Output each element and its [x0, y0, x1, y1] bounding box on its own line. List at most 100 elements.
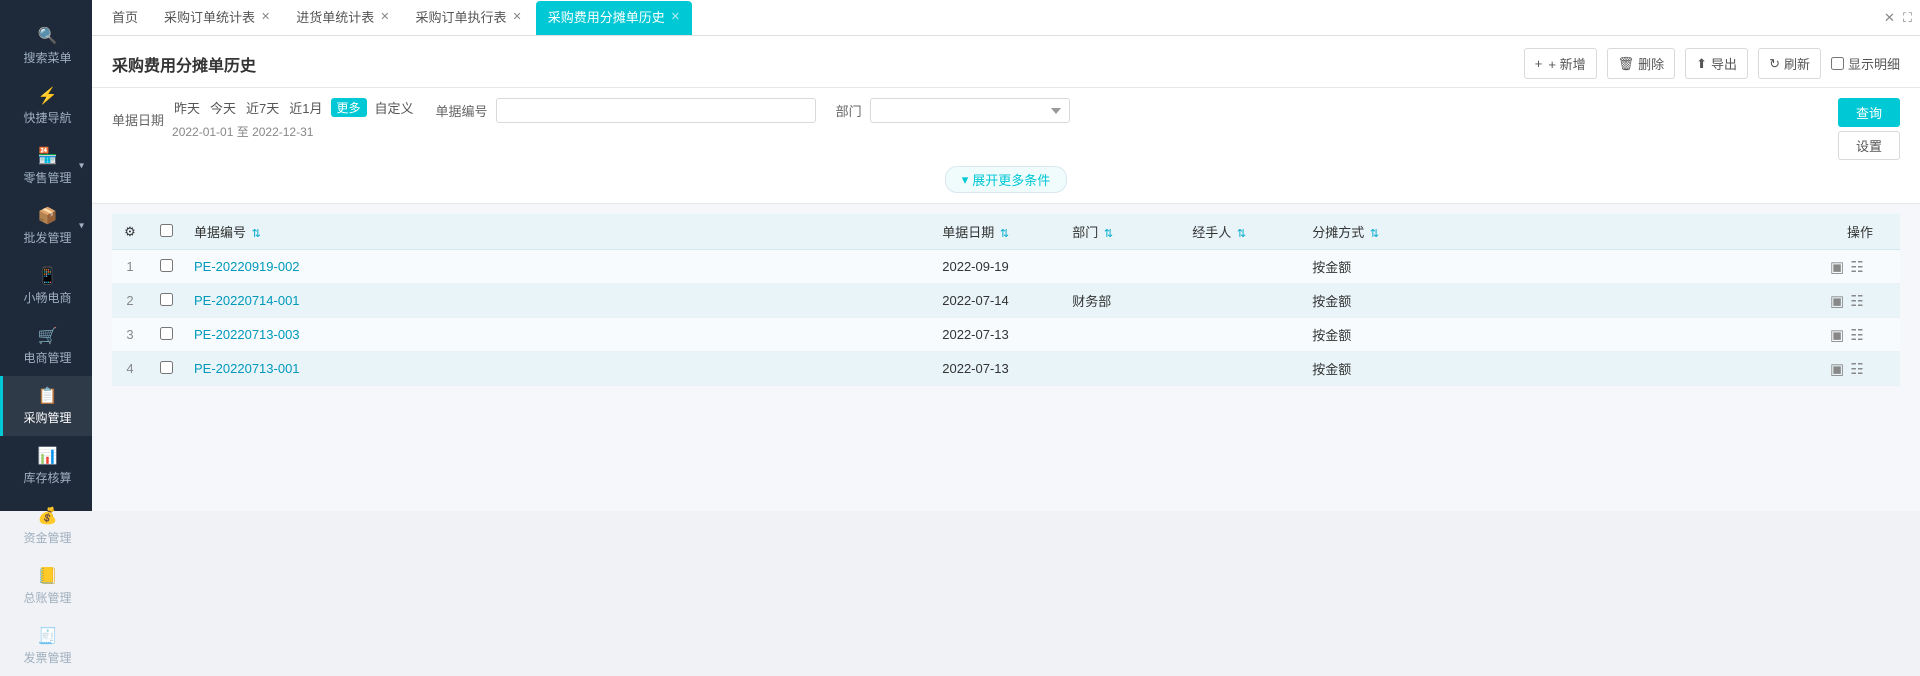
settings-icon[interactable]: ⚙ — [124, 224, 136, 239]
th-handler[interactable]: 经手人 ⇅ — [1182, 214, 1302, 250]
shortcut-icon: ⚡ — [38, 86, 58, 106]
sidebar-item-wholesale[interactable]: 📦 批发管理 — [0, 196, 92, 256]
doc-num-link[interactable]: PE-20220713-001 — [194, 361, 300, 376]
wholesale-icon: 📦 — [38, 206, 58, 226]
close-tab-purchase-fee-history[interactable]: ✕ — [671, 10, 680, 23]
sidebar-item-ledger[interactable]: 📒 总账管理 — [0, 556, 92, 616]
tab-home[interactable]: 首页 — [100, 1, 150, 35]
query-button[interactable]: 查询 — [1838, 98, 1900, 127]
tab-purchase-order-exec[interactable]: 采购订单执行表 ✕ — [403, 1, 533, 35]
edit-icon[interactable]: ▣ — [1830, 292, 1844, 310]
th-doc-date[interactable]: 单据日期 ⇅ — [932, 214, 1062, 250]
close-tab-purchase-order-exec[interactable]: ✕ — [513, 10, 522, 23]
more-icon[interactable]: ☷ — [1850, 326, 1863, 344]
sidebar-item-inventory[interactable]: 📊 库存核算 — [0, 436, 92, 496]
select-all-checkbox[interactable] — [160, 224, 173, 237]
more-icon[interactable]: ☷ — [1850, 258, 1863, 276]
invoice-icon: 🧾 — [38, 626, 58, 646]
show-detail-input[interactable] — [1831, 57, 1844, 70]
sort-doc-num-icon[interactable]: ⇅ — [252, 228, 261, 240]
shortcut-today[interactable]: 今天 — [208, 98, 238, 117]
shortcut-yesterday[interactable]: 昨天 — [172, 98, 202, 117]
date-shortcuts: 昨天 今天 近7天 近1月 更多 自定义 — [172, 98, 416, 117]
row-num: 3 — [112, 318, 148, 352]
sidebar-item-retail[interactable]: 🏪 零售管理 — [0, 136, 92, 196]
th-split-method[interactable]: 分摊方式 ⇅ — [1302, 214, 1820, 250]
sort-doc-date-icon[interactable]: ⇅ — [1000, 228, 1009, 240]
doc-num-link[interactable]: PE-20220919-002 — [194, 259, 300, 274]
date-label: 单据日期 — [112, 110, 164, 129]
docnum-input[interactable] — [496, 98, 816, 123]
tab-label: 采购订单统计表 — [164, 7, 255, 26]
row-checkbox[interactable] — [148, 284, 184, 318]
sidebar-item-invoice[interactable]: 🧾 发票管理 — [0, 616, 92, 676]
edit-icon[interactable]: ▣ — [1830, 258, 1844, 276]
filter-row: 单据日期 昨天 今天 近7天 近1月 更多 自定义 2022-01-01 至 2… — [112, 98, 1900, 160]
row-split-method: 按金额 — [1302, 250, 1820, 284]
shortcut-1month[interactable]: 近1月 — [287, 98, 324, 117]
doc-num-link[interactable]: PE-20220713-003 — [194, 327, 300, 342]
row-num: 2 — [112, 284, 148, 318]
refresh-icon: ↻ — [1769, 56, 1780, 72]
close-tab-purchase-order-stats[interactable]: ✕ — [261, 10, 270, 23]
tab-purchase-fee-history[interactable]: 采购费用分摊单历史 ✕ — [536, 1, 692, 35]
data-table: ⚙ 单据编号 ⇅ 单据日期 ⇅ — [112, 214, 1900, 386]
th-actions: 操作 — [1820, 214, 1900, 250]
expand-label: 展开更多条件 — [972, 170, 1050, 189]
delete-button[interactable]: 🗑 删除 — [1607, 48, 1676, 79]
add-button[interactable]: + + 新增 — [1524, 48, 1597, 79]
row-actions: ▣ ☷ — [1820, 318, 1900, 352]
edit-icon[interactable]: ▣ — [1830, 326, 1844, 344]
row-actions: ▣ ☷ — [1820, 284, 1900, 318]
tab-controls: ✕ ⛶ — [1884, 10, 1912, 26]
doc-num-link[interactable]: PE-20220714-001 — [194, 293, 300, 308]
sidebar-item-ecommerce[interactable]: 🛒 电商管理 — [0, 316, 92, 376]
maximize-window-icon[interactable]: ⛶ — [1903, 10, 1912, 26]
dept-select[interactable] — [870, 98, 1070, 123]
sort-dept-icon[interactable]: ⇅ — [1104, 228, 1113, 240]
setting-button[interactable]: 设置 — [1838, 131, 1900, 160]
tab-purchase-order-stats[interactable]: 采购订单统计表 ✕ — [152, 1, 282, 35]
page-title: 采购费用分摊单历史 — [112, 52, 256, 76]
row-checkbox[interactable] — [148, 250, 184, 284]
sidebar-item-mini[interactable]: 📱 小畅电商 — [0, 256, 92, 316]
edit-icon[interactable]: ▣ — [1830, 360, 1844, 378]
th-doc-num[interactable]: 单据编号 ⇅ — [184, 214, 932, 250]
th-dept[interactable]: 部门 ⇅ — [1062, 214, 1182, 250]
close-window-icon[interactable]: ✕ — [1884, 10, 1895, 26]
refresh-button[interactable]: ↻ 刷新 — [1758, 48, 1821, 79]
tab-label: 采购费用分摊单历史 — [548, 7, 665, 26]
expand-btn[interactable]: ▾ 展开更多条件 — [945, 166, 1068, 193]
row-split-method: 按金额 — [1302, 318, 1820, 352]
sort-split-method-icon[interactable]: ⇅ — [1370, 228, 1379, 240]
sidebar-item-finance[interactable]: 💰 资金管理 — [0, 496, 92, 556]
row-doc-date: 2022-09-19 — [932, 250, 1062, 284]
sidebar-item-purchase[interactable]: 📋 采购管理 — [0, 376, 92, 436]
table-row: 3 PE-20220713-003 2022-07-13 按金额 ▣ ☷ — [112, 318, 1900, 352]
show-detail-checkbox[interactable]: 显示明细 — [1831, 54, 1900, 73]
sidebar-item-shortcut[interactable]: ⚡ 快捷导航 — [0, 76, 92, 136]
th-settings[interactable]: ⚙ — [112, 214, 148, 250]
export-button[interactable]: ⬆ 导出 — [1685, 48, 1748, 79]
more-icon[interactable]: ☷ — [1850, 360, 1863, 378]
more-icon[interactable]: ☷ — [1850, 292, 1863, 310]
sidebar-item-label: 搜索菜单 — [23, 49, 71, 66]
sidebar-item-search[interactable]: 🔍 搜索菜单 — [0, 16, 92, 76]
sidebar-item-label: 小畅电商 — [23, 289, 71, 306]
tab-bar: 首页 采购订单统计表 ✕ 进货单统计表 ✕ 采购订单执行表 ✕ 采购费用分摊单历… — [92, 0, 1920, 36]
row-checkbox[interactable] — [148, 318, 184, 352]
close-tab-inbound-stats[interactable]: ✕ — [380, 10, 389, 23]
finance-icon: 💰 — [38, 506, 58, 526]
shortcut-more[interactable]: 更多 — [331, 98, 367, 117]
shortcut-custom[interactable]: 自定义 — [373, 98, 416, 117]
table-area: ⚙ 单据编号 ⇅ 单据日期 ⇅ — [92, 204, 1920, 511]
row-num: 1 — [112, 250, 148, 284]
shortcut-7days[interactable]: 近7天 — [244, 98, 281, 117]
row-split-method: 按金额 — [1302, 284, 1820, 318]
row-num: 4 — [112, 352, 148, 386]
tab-inbound-stats[interactable]: 进货单统计表 ✕ — [284, 1, 401, 35]
row-checkbox[interactable] — [148, 352, 184, 386]
sort-handler-icon[interactable]: ⇅ — [1237, 228, 1246, 240]
table-row: 1 PE-20220919-002 2022-09-19 按金额 ▣ ☷ — [112, 250, 1900, 284]
date-range-text: 2022-01-01 至 2022-12-31 — [172, 123, 416, 140]
